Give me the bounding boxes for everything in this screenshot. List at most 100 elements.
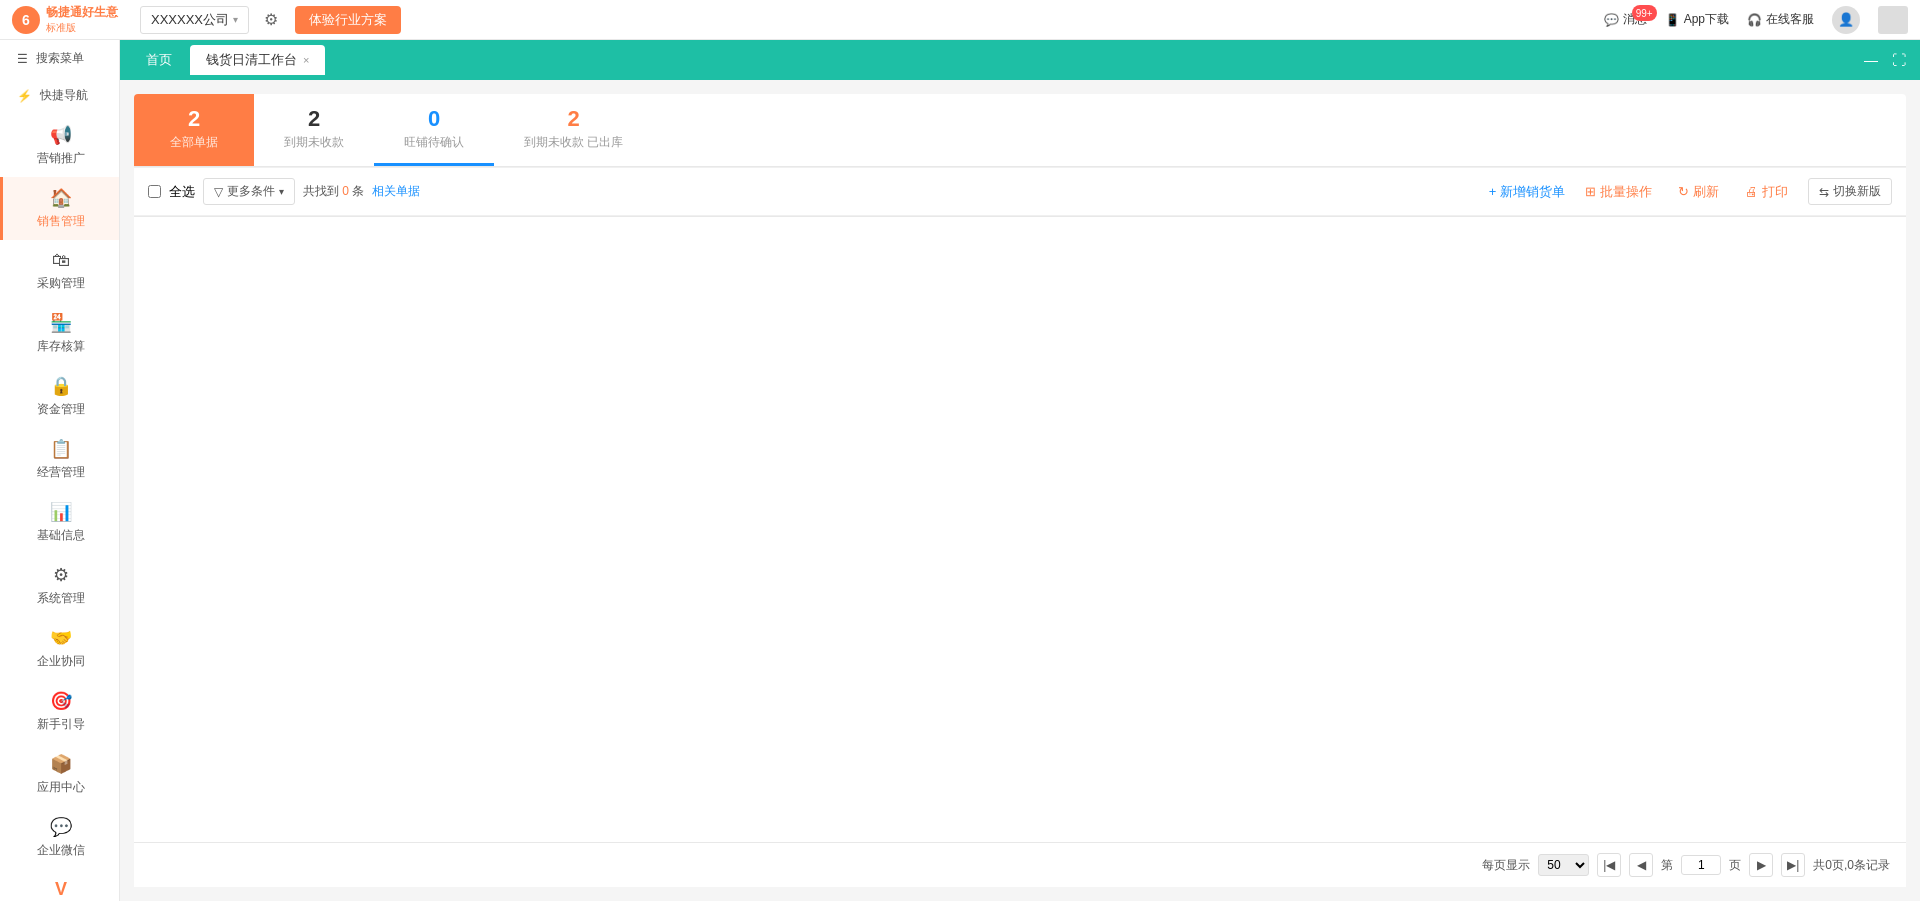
switch-version-button[interactable]: ⇆ 切换新版 [1808,178,1892,205]
sidebar-item-base[interactable]: 📊 基础信息 [0,491,119,554]
sidebar-item-sales[interactable]: 🏠 销售管理 [0,177,119,240]
message-badge: 99+ [1632,5,1657,21]
member-icon: V [55,879,67,900]
search-menu-label: 搜索菜单 [36,50,84,67]
tab-expand-icon[interactable]: ⛶ [1888,50,1910,70]
sidebar-item-marketing[interactable]: 📢 营销推广 [0,114,119,177]
stat-unshipped-label: 到期未收款 已出库 [524,134,623,151]
toolbar-right: + 新增销货单 ⊞ 批量操作 ↻ 刷新 🖨 打印 ⇆ [1489,178,1892,205]
app-icon: 📱 [1665,13,1680,27]
service-icon: 🎧 [1747,13,1762,27]
prev-page-button[interactable]: ◀ [1629,853,1653,877]
sales-label: 销售管理 [37,213,85,230]
finance-icon: 🔒 [50,375,72,397]
app-download-button[interactable]: 📱 App下载 [1665,11,1729,28]
print-label: 打印 [1762,183,1788,201]
sidebar-item-inventory[interactable]: 🏪 库存核算 [0,302,119,365]
sidebar-item-operations[interactable]: 📋 经营管理 [0,428,119,491]
page-label: 第 [1661,857,1673,874]
last-page-button[interactable]: ▶| [1781,853,1805,877]
company-name: XXXXXX公司 [151,11,229,29]
stat-all-num: 2 [164,106,224,132]
refresh-button[interactable]: ↻ 刷新 [1672,179,1725,205]
sidebar-item-finance[interactable]: 🔒 资金管理 [0,365,119,428]
content-area: 首页 钱货日清工作台 × — ⛶ 2 全部单据 2 到期未收款 [120,40,1920,901]
avatar[interactable]: 👤 [1832,6,1860,34]
stat-all-label: 全部单据 [164,134,224,151]
stat-tab-overdue-unshipped[interactable]: 2 到期未收款 已出库 [494,94,653,166]
message-button[interactable]: 💬 消息 99+ [1604,11,1647,28]
tab-home-label: 首页 [146,51,172,69]
finance-label: 资金管理 [37,401,85,418]
stat-unshipped-num: 2 [524,106,623,132]
page-number-input[interactable]: 1 [1681,855,1721,875]
related-link[interactable]: 相关单据 [372,183,420,200]
stat-tab-all[interactable]: 2 全部单据 [134,94,254,166]
total-records: 共0页,0条记录 [1813,857,1890,874]
tab-close-icon[interactable]: × [303,54,309,66]
sales-icon: 🏠 [50,187,72,209]
found-text: 共找到 0 条 [303,183,364,200]
table-area [134,216,1906,842]
batch-icon: ⊞ [1585,184,1596,199]
sidebar-item-appstore[interactable]: 📦 应用中心 [0,743,119,806]
appstore-icon: 📦 [50,753,72,775]
batch-operations-button[interactable]: ⊞ 批量操作 [1579,179,1658,205]
enterprise-label: 企业协同 [37,653,85,670]
stat-wangpu-label: 旺铺待确认 [404,134,464,151]
sidebar-item-quick-nav[interactable]: ⚡ 快捷导航 [0,77,119,114]
company-dropdown-icon: ▾ [233,14,238,25]
header-right: 💬 消息 99+ 📱 App下载 🎧 在线客服 👤 [1604,6,1908,34]
refresh-icon: ↻ [1678,184,1689,199]
page-size-label: 每页显示 [1482,857,1530,874]
next-page-button[interactable]: ▶ [1749,853,1773,877]
sidebar-item-search-menu[interactable]: ☰ 搜索菜单 [0,40,119,77]
inventory-icon: 🏪 [50,312,72,334]
message-icon: 💬 [1604,13,1619,27]
app-label: App下载 [1684,11,1729,28]
stat-tab-wangpu[interactable]: 0 旺铺待确认 [374,94,494,166]
tab-collapse-icon[interactable]: — [1860,50,1882,70]
filter-label: 更多条件 [227,183,275,200]
tab-expand-btns: — ⛶ [1860,50,1910,70]
settings-button[interactable]: ⚙ [257,6,285,34]
logo-icon: 6 [12,6,40,34]
base-label: 基础信息 [37,527,85,544]
service-button[interactable]: 🎧 在线客服 [1747,11,1814,28]
sidebar-item-system[interactable]: ⚙ 系统管理 [0,554,119,617]
tab-cash-workbench[interactable]: 钱货日清工作台 × [190,45,325,75]
filter-button[interactable]: ▽ 更多条件 ▾ [203,178,295,205]
switch-icon: ⇆ [1819,185,1829,199]
inner-content: 2 全部单据 2 到期未收款 0 旺铺待确认 2 到期未收款 已出库 [120,80,1920,901]
filter-icon: ▽ [214,185,223,199]
operations-icon: 📋 [50,438,72,460]
sidebar-item-guide[interactable]: 🎯 新手引导 [0,680,119,743]
sidebar-item-purchase[interactable]: 🛍 采购管理 [0,240,119,302]
trial-button[interactable]: 体验行业方案 [295,6,401,34]
print-icon: 🖨 [1745,184,1758,199]
first-page-button[interactable]: |◀ [1597,853,1621,877]
batch-label: 批量操作 [1600,183,1652,201]
wechat-icon: 💬 [50,816,72,838]
system-label: 系统管理 [37,590,85,607]
logo-text-area: 畅捷通好生意 标准版 [46,4,118,35]
logo-badge: 标准版 [46,21,118,35]
tab-home[interactable]: 首页 [130,45,188,75]
page-size-select[interactable]: 50 100 200 [1538,854,1589,876]
switch-label: 切换新版 [1833,183,1881,200]
toolbar: 全选 ▽ 更多条件 ▾ 共找到 0 条 相关单据 + 新增销货单 [134,167,1906,216]
tab-cash-workbench-label: 钱货日清工作台 [206,51,297,69]
company-selector[interactable]: XXXXXX公司 ▾ [140,6,249,34]
sidebar-item-member[interactable]: V 畅会员 [0,869,119,901]
marketing-icon: 📢 [50,124,72,146]
sidebar-item-enterprise[interactable]: 🤝 企业协同 [0,617,119,680]
sidebar-item-wechat[interactable]: 💬 企业微信 [0,806,119,869]
refresh-label: 刷新 [1693,183,1719,201]
logo-title: 畅捷通好生意 [46,4,118,21]
new-sales-order-button[interactable]: + 新增销货单 [1489,183,1565,201]
service-label: 在线客服 [1766,11,1814,28]
print-button[interactable]: 🖨 打印 [1739,179,1794,205]
select-all-checkbox[interactable] [148,185,161,198]
stat-tab-overdue-unpaid[interactable]: 2 到期未收款 [254,94,374,166]
stat-wangpu-num: 0 [404,106,464,132]
